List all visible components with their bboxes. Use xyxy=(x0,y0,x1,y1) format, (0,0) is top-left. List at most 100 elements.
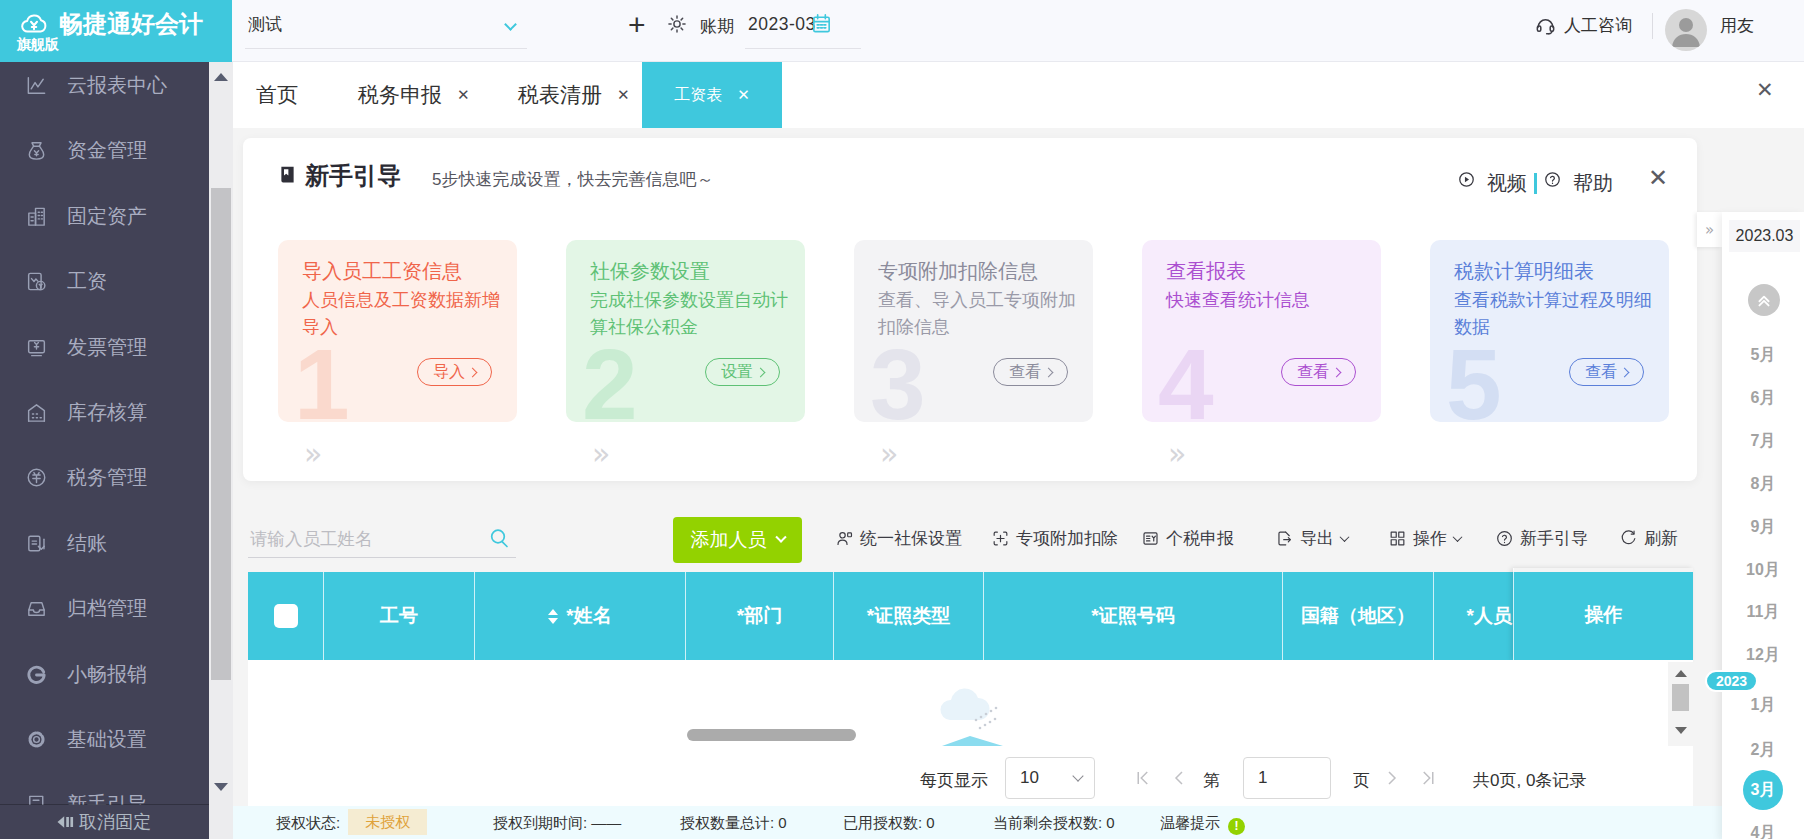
sidebar-scroll-thumb[interactable] xyxy=(211,188,231,680)
toolbar-operations-button[interactable]: 操作 xyxy=(1388,527,1461,550)
tab-home[interactable]: 首页 xyxy=(256,62,298,128)
calendar-scroll-up-button[interactable] xyxy=(1748,284,1780,316)
calendar-month-6[interactable]: 10月 xyxy=(1722,559,1804,581)
record-count: 共0页, 0条记录 xyxy=(1473,769,1586,792)
first-page-button[interactable] xyxy=(1133,769,1151,787)
calendar-icon[interactable] xyxy=(810,12,833,39)
period-underline xyxy=(745,48,861,49)
brand-name: 畅捷通好会计 xyxy=(59,8,203,40)
calendar-month-8[interactable]: 12月 xyxy=(1722,644,1804,666)
info-icon[interactable]: ! xyxy=(1228,818,1245,835)
table-scroll-up-icon[interactable] xyxy=(1675,670,1687,677)
column-header-name[interactable]: *姓名 xyxy=(474,572,685,660)
select-all-checkbox[interactable] xyxy=(274,604,298,628)
toolbar-export-button[interactable]: 导出 xyxy=(1275,527,1348,550)
last-page-button[interactable] xyxy=(1420,769,1438,787)
toolbar-item-label: 统一社保设置 xyxy=(860,527,962,550)
sidebar-item-label: 发票管理 xyxy=(67,334,147,361)
prev-page-button[interactable] xyxy=(1170,769,1188,787)
sidebar-item-funds-management[interactable]: 资金管理 xyxy=(0,129,209,173)
tab-close-icon[interactable]: ✕ xyxy=(617,86,630,104)
sidebar: 云报表中心资金管理固定资产工资发票管理库存核算税务管理结账归档管理小畅报销基础设… xyxy=(0,62,209,839)
toolbar-newbie-guide-button[interactable]: 新手引导 xyxy=(1495,527,1588,550)
footer-auth-total: 授权数量总计: 0 xyxy=(680,806,787,839)
table-vertical-scrollbar[interactable] xyxy=(1668,662,1693,746)
add-employee-button[interactable]: 添加人员 xyxy=(673,517,802,563)
tab-close-icon[interactable]: ✕ xyxy=(737,86,750,104)
calendar-month-2[interactable]: 6月 xyxy=(1722,387,1804,409)
tab-salary-sheet[interactable]: 工资表✕ xyxy=(642,62,782,128)
scan-icon xyxy=(991,529,1010,548)
sidebar-item-fixed-assets[interactable]: 固定资产 xyxy=(0,194,209,238)
video-link[interactable]: 视频 xyxy=(1487,170,1527,197)
sidebar-scroll-up-icon[interactable] xyxy=(214,73,228,81)
tab-close-icon[interactable]: ✕ xyxy=(457,86,470,104)
calendar-collapse-tab[interactable]: » xyxy=(1697,212,1722,247)
horizontal-scrollbar-thumb[interactable] xyxy=(687,729,856,741)
sidebar-item-cloud-report-center[interactable]: 云报表中心 xyxy=(0,63,209,107)
help-link[interactable]: 帮助 xyxy=(1573,170,1613,197)
toolbar-refresh-button[interactable]: 刷新 xyxy=(1619,527,1678,550)
unpin-button[interactable]: 取消固定 xyxy=(0,805,209,839)
sidebar-item-xiaochang-expense[interactable]: 小畅报销 xyxy=(0,652,209,696)
footer-item-label: 当前剩余授权数: 0 xyxy=(993,814,1115,831)
sidebar-item-basic-settings[interactable]: 基础设置 xyxy=(0,717,209,761)
user-name[interactable]: 用友 xyxy=(1720,14,1754,37)
toolbar-item-label: 刷新 xyxy=(1644,527,1678,550)
table-scroll-down-icon[interactable] xyxy=(1675,727,1687,734)
toolbar-special-additional-deduction-button[interactable]: 专项附加扣除 xyxy=(991,527,1118,550)
step-chevron-icon: » xyxy=(304,436,322,471)
sidebar-item-invoice-management[interactable]: 发票管理 xyxy=(0,325,209,369)
guide-card-导入-button[interactable]: 导入 xyxy=(417,358,492,386)
tab-tax-filing[interactable]: 税务申报 ✕ xyxy=(358,62,470,128)
guide-card-desc: 快速查看统计信息 xyxy=(1166,287,1368,314)
close-all-tabs-button[interactable]: ✕ xyxy=(1756,78,1774,102)
guide-card-设置-button[interactable]: 设置 xyxy=(705,358,780,386)
period-value[interactable]: 2023-03 xyxy=(748,14,816,35)
support-link[interactable]: 人工咨询 xyxy=(1564,14,1632,37)
guide-close-icon[interactable]: ✕ xyxy=(1648,164,1668,192)
workspace-select[interactable]: 测试 xyxy=(248,13,282,36)
page-input[interactable]: 1 xyxy=(1243,757,1331,799)
calendar-month-7[interactable]: 11月 xyxy=(1722,601,1804,623)
tab-tax-register[interactable]: 税表清册✕ xyxy=(518,62,630,128)
toolbar-personal-tax-filing-button[interactable]: 个税申报 xyxy=(1141,527,1234,550)
avatar[interactable] xyxy=(1665,9,1707,51)
tab-label: 税务申报 xyxy=(358,81,442,109)
column-header-select[interactable] xyxy=(248,572,323,660)
chart-icon xyxy=(25,74,48,97)
calendar-month-12[interactable]: 4月 xyxy=(1722,822,1804,839)
gear-icon[interactable] xyxy=(666,13,688,39)
calendar-month-1[interactable]: 5月 xyxy=(1722,344,1804,366)
sidebar-item-tax-management[interactable]: 税务管理 xyxy=(0,456,209,500)
per-page-select[interactable]: 10 xyxy=(1005,757,1095,799)
sidebar-item-closing[interactable]: 结账 xyxy=(0,521,209,565)
sort-icon[interactable] xyxy=(548,609,558,624)
sidebar-item-archive-management[interactable]: 归档管理 xyxy=(0,587,209,631)
brand-edition: 旗舰版 xyxy=(17,36,59,54)
add-tab-button[interactable]: + xyxy=(628,8,646,42)
employee-search-input[interactable]: 请输入员工姓名 xyxy=(250,527,373,551)
calendar-month-3[interactable]: 7月 xyxy=(1722,430,1804,452)
toolbar-unified-social-security-button[interactable]: 统一社保设置 xyxy=(835,527,962,550)
sidebar-scrollbar[interactable] xyxy=(209,62,233,839)
sidebar-item-payroll[interactable]: 工资 xyxy=(0,260,209,304)
calendar-month-4[interactable]: 8月 xyxy=(1722,473,1804,495)
sidebar-item-inventory-accounting[interactable]: 库存核算 xyxy=(0,390,209,434)
period-calendar-panel: 2023.03 2023 5月6月7月8月9月10月11月12月1月2月3月4月 xyxy=(1722,212,1804,839)
calendar-month-9[interactable]: 1月 xyxy=(1722,694,1804,716)
invoice-icon xyxy=(25,336,48,359)
table-scroll-thumb[interactable] xyxy=(1672,684,1689,711)
footer-auth-status: 授权状态:未授权 xyxy=(276,806,427,839)
guide-card-查看-button[interactable]: 查看 xyxy=(1569,358,1644,386)
app-root: 畅捷通好会计 旗舰版 测试 + 账期 2023-03 人工咨询 用友 云报表中心… xyxy=(0,0,1804,839)
guide-card-查看-button[interactable]: 查看 xyxy=(993,358,1068,386)
calendar-month-11[interactable]: 3月 xyxy=(1722,779,1804,801)
calendar-month-10[interactable]: 2月 xyxy=(1722,739,1804,761)
step-chevron-icon: » xyxy=(880,436,898,471)
next-page-button[interactable] xyxy=(1383,769,1401,787)
calendar-month-5[interactable]: 9月 xyxy=(1722,516,1804,538)
search-icon[interactable] xyxy=(487,526,511,554)
guide-card-查看-button[interactable]: 查看 xyxy=(1281,358,1356,386)
sidebar-scroll-down-icon[interactable] xyxy=(214,783,228,791)
